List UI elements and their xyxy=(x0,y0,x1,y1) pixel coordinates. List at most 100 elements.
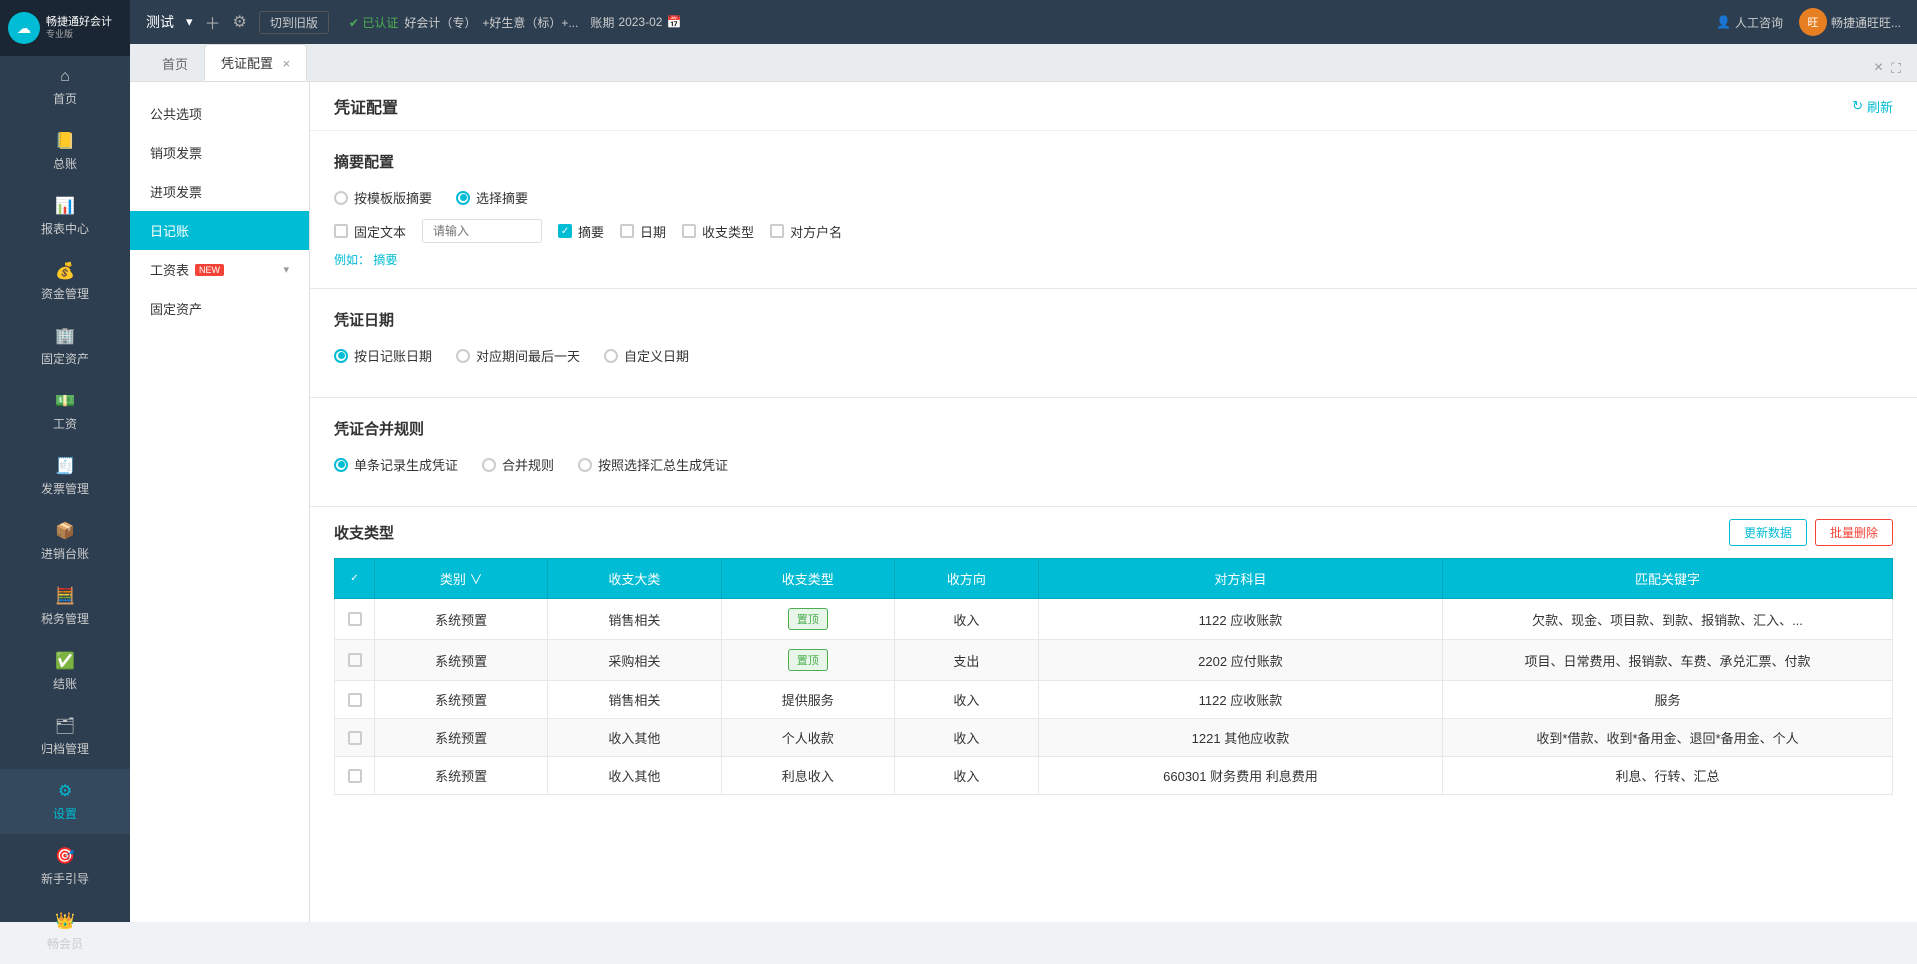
row-direction: 支出 xyxy=(894,640,1038,681)
checkbox-fixed-text[interactable]: 固定文本 xyxy=(334,222,406,241)
checkbox-abstract[interactable]: ✓ 摘要 xyxy=(558,222,604,241)
leftnav-payroll-table[interactable]: 工资表 NEW ▾ xyxy=(130,250,309,289)
sidebar-item-settings[interactable]: ⚙ 设置 xyxy=(0,769,130,834)
leftnav-public[interactable]: 公共选项 xyxy=(130,94,309,133)
radio-journal-date[interactable]: 按日记账日期 xyxy=(334,346,432,365)
col-checkbox[interactable]: ✓ xyxy=(335,559,375,599)
radio-merge-rule[interactable]: 合并规则 xyxy=(482,455,554,474)
row-checkbox-cell[interactable] xyxy=(335,681,375,719)
tab-home[interactable]: 首页 xyxy=(146,46,204,81)
radio-single-record[interactable]: 单条记录生成凭证 xyxy=(334,455,458,474)
radio-template-summary[interactable]: 按模板版摘要 xyxy=(334,188,432,207)
pin-tag-button[interactable]: 置顶 xyxy=(788,608,828,630)
row-keywords: 收到*借款、收到*备用金、退回*备用金、个人 xyxy=(1442,719,1892,757)
table-row: 系统预置 销售相关 提供服务 收入 1122 应收账款 服务 xyxy=(335,681,1893,719)
row-income-type: 置顶 xyxy=(721,640,894,681)
sidebar-item-payroll[interactable]: 💵 工资 xyxy=(0,379,130,444)
content-area: 公共选项 销项发票 进项发票 日记账 工资表 NEW ▾ 固定资产 xyxy=(130,82,1917,922)
radio-period-last[interactable]: 对应期间最后一天 xyxy=(456,346,580,365)
sidebar-item-reports[interactable]: 📊 报表中心 xyxy=(0,184,130,249)
row-account: 1221 其他应收款 xyxy=(1038,719,1442,757)
sidebar-item-purchase[interactable]: 📦 进销台账 xyxy=(0,509,130,574)
row-account: 1122 应收账款 xyxy=(1038,599,1442,640)
col-income-type: 收支类型 xyxy=(721,559,894,599)
row-checkbox-cell[interactable] xyxy=(335,640,375,681)
sidebar-item-assets[interactable]: 🏢 固定资产 xyxy=(0,314,130,379)
sidebar-item-tax[interactable]: 🧮 税务管理 xyxy=(0,574,130,639)
table-actions: 更新数据 批量删除 xyxy=(1729,519,1893,546)
refresh-button[interactable]: ↻ 刷新 xyxy=(1852,97,1893,116)
fullscreen-button[interactable]: ⛶ xyxy=(1891,60,1901,77)
row-checkbox-cell[interactable] xyxy=(335,719,375,757)
row-keywords: 欠款、现金、项目款、到款、报销款、汇入、... xyxy=(1442,599,1892,640)
user-menu[interactable]: 旺 畅捷通旺旺... xyxy=(1799,8,1901,36)
journal-date-circle xyxy=(334,349,348,363)
sidebar-item-ledger[interactable]: 📒 总账 xyxy=(0,119,130,184)
consultant-link[interactable]: 👤 人工咨询 xyxy=(1716,14,1783,31)
topbar-right: 👤 人工咨询 旺 畅捷通旺旺... xyxy=(1716,8,1901,36)
table-row: 系统预置 收入其他 利息收入 收入 660301 财务费用 利息费用 利息、行转… xyxy=(335,757,1893,795)
sidebar-item-label: 结账 xyxy=(53,675,77,692)
sidebar-item-guide[interactable]: 🎯 新手引导 xyxy=(0,834,130,899)
checkbox-date[interactable]: 日期 xyxy=(620,222,666,241)
row-direction: 收入 xyxy=(894,681,1038,719)
leftnav-purchase-invoice[interactable]: 进项发票 xyxy=(130,172,309,211)
topbar-title: 测试 xyxy=(146,12,174,32)
sidebar-item-home[interactable]: ⌂ 首页 xyxy=(0,56,130,119)
sidebar-item-label: 工资 xyxy=(53,415,77,432)
leftnav-sales-invoice[interactable]: 销项发票 xyxy=(130,133,309,172)
row-keywords: 服务 xyxy=(1442,681,1892,719)
sidebar-item-closing[interactable]: ✅ 结账 xyxy=(0,639,130,704)
right-content-panel: 凭证配置 ↻ 刷新 摘要配置 按模板版摘要 选择摘要 xyxy=(310,82,1917,922)
col-category: 类别 ∨ xyxy=(375,559,548,599)
income-table-section: 收支类型 更新数据 批量删除 ✓ 类别 ∨ 收支大类 xyxy=(310,507,1917,815)
topbar-dropdown[interactable]: ▾ xyxy=(186,14,193,30)
switch-version-button[interactable]: 切到旧版 xyxy=(259,11,329,34)
topbar-plus-icon[interactable]: ＋ xyxy=(205,10,221,34)
col-direction: 收方向 xyxy=(894,559,1038,599)
fixed-text-input[interactable] xyxy=(422,219,542,243)
leftnav-fixed-assets[interactable]: 固定资产 xyxy=(130,289,309,328)
tabbar: 首页 凭证配置 × × ⛶ xyxy=(130,44,1917,82)
row-income-type: 利息收入 xyxy=(721,757,894,795)
tab-close-icon[interactable]: × xyxy=(283,56,291,71)
sidebar-item-member[interactable]: 👑 畅会员 xyxy=(0,899,130,964)
row-checkbox-cell[interactable] xyxy=(335,599,375,640)
row-checkbox-cell[interactable] xyxy=(335,757,375,795)
radio-select-circle xyxy=(456,191,470,205)
col-account: 对方科目 xyxy=(1038,559,1442,599)
home-icon: ⌂ xyxy=(60,68,70,86)
merge-radio-group: 单条记录生成凭证 合并规则 按照选择汇总生成凭证 xyxy=(334,455,1893,474)
topbar-tags: ✔ 已认证 好会计（专） +好生意（标）+... xyxy=(349,14,578,31)
logo-text: 畅捷通好会计 专业版 xyxy=(46,15,112,41)
page-header: 凭证配置 ↻ 刷新 xyxy=(310,82,1917,131)
merge-rule-circle xyxy=(482,458,496,472)
row-direction: 收入 xyxy=(894,757,1038,795)
avatar: 旺 xyxy=(1799,8,1827,36)
sidebar-item-archive[interactable]: 🗂 归档管理 xyxy=(0,704,130,769)
row-major-type: 销售相关 xyxy=(548,681,721,719)
tab-voucher-config[interactable]: 凭证配置 × xyxy=(204,44,307,81)
checkbox-income-type[interactable]: 收支类型 xyxy=(682,222,754,241)
radio-select-summary[interactable]: 选择摘要 xyxy=(456,188,528,207)
sidebar-item-invoices[interactable]: 🧾 发票管理 xyxy=(0,444,130,509)
select-total-circle xyxy=(578,458,592,472)
leftnav-journal[interactable]: 日记账 xyxy=(130,211,309,250)
radio-custom-date[interactable]: 自定义日期 xyxy=(604,346,689,365)
close-window-button[interactable]: × xyxy=(1874,59,1883,77)
sidebar-item-label: 畅会员 xyxy=(47,935,83,952)
certified-icon: ✔ xyxy=(349,16,359,30)
topbar-period: 账期 2023-02 📅 xyxy=(590,14,681,31)
topbar-gear-icon[interactable]: ⚙ xyxy=(233,12,247,32)
good-biz-tag: +好生意（标）+... xyxy=(482,14,578,31)
calendar-icon[interactable]: 📅 xyxy=(666,15,681,29)
pin-tag-button[interactable]: 置顶 xyxy=(788,649,828,671)
checkbox-counterparty[interactable]: 对方户名 xyxy=(770,222,842,241)
summary-radio-group: 按模板版摘要 选择摘要 xyxy=(334,188,1893,207)
batch-delete-button[interactable]: 批量删除 xyxy=(1815,519,1893,546)
update-data-button[interactable]: 更新数据 xyxy=(1729,519,1807,546)
radio-select-total[interactable]: 按照选择汇总生成凭证 xyxy=(578,455,728,474)
sidebar-item-label: 新手引导 xyxy=(41,870,89,887)
sidebar-item-funds[interactable]: 💰 资金管理 xyxy=(0,249,130,314)
table-row: 系统预置 收入其他 个人收款 收入 1221 其他应收款 收到*借款、收到*备用… xyxy=(335,719,1893,757)
